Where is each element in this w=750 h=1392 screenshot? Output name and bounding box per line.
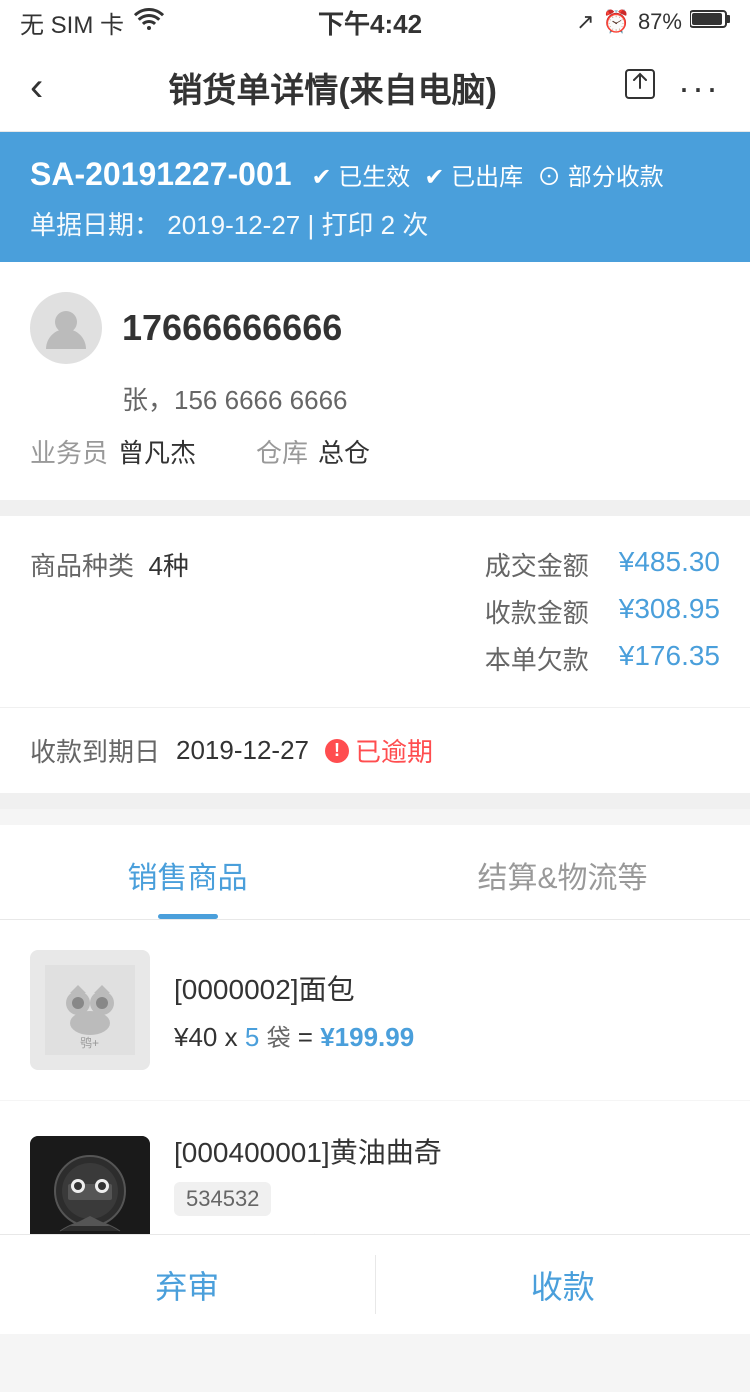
warehouse-value: 总仓 xyxy=(318,433,370,470)
product-title-1: 面包 xyxy=(299,974,355,1005)
price-eq-1: = xyxy=(298,1022,320,1052)
nav-bar: ‹ 销货单详情(来自电脑) ··· xyxy=(0,44,750,132)
badge-shipped: ✔ 已出库 xyxy=(424,157,523,192)
date-label: 单据日期： xyxy=(30,210,160,240)
sales-label: 业务员 xyxy=(30,433,108,470)
wifi-icon xyxy=(134,8,164,37)
status-time: 下午4:42 xyxy=(318,4,422,41)
customer-subinfo: 张，156 6666 6666 xyxy=(30,380,720,417)
customer-section: 17666666666 张，156 6666 6666 业务员 曾凡杰 仓库 总… xyxy=(0,262,750,500)
product-info-1: [0000002]面包 ¥40 x 5 袋 = ¥199.99 xyxy=(174,968,720,1053)
divider-2 xyxy=(0,793,750,809)
product-image-1: 鸮+ xyxy=(30,950,150,1070)
carrier-text: 无 SIM 卡 xyxy=(20,5,124,40)
avatar xyxy=(30,292,102,364)
customer-username: 17666666666 xyxy=(122,307,342,349)
overdue-text: 已逾期 xyxy=(355,732,433,769)
customer-meta: 业务员 曾凡杰 仓库 总仓 xyxy=(30,433,720,470)
stats-left: 商品种类 4种 xyxy=(30,546,189,583)
share-icon[interactable] xyxy=(622,66,658,110)
product-sku-2: 534532 xyxy=(174,1182,271,1216)
nav-left: ‹ xyxy=(30,65,43,110)
date-value: 2019-12-27 xyxy=(167,210,300,240)
tabs-row: 销售商品 结算&物流等 xyxy=(0,825,750,920)
status-left: 无 SIM 卡 xyxy=(20,5,164,40)
product-title-2: 黄油曲奇 xyxy=(330,1137,442,1168)
status-bar: 无 SIM 卡 下午4:42 ↗ ⏰ 87% xyxy=(0,0,750,44)
divider-1 xyxy=(0,500,750,516)
received-value: ¥308.95 xyxy=(619,593,720,630)
product-placeholder-1: 鸮+ xyxy=(30,950,150,1070)
product-type-label: 商品种类 4种 xyxy=(30,546,189,583)
product-name-1: [0000002]面包 xyxy=(174,968,720,1008)
alarm-icon: ⏰ xyxy=(603,9,630,35)
confirm-button[interactable]: 收款 xyxy=(376,1235,750,1334)
received-label: 收款金额 xyxy=(485,593,589,630)
tab-settlement[interactable]: 结算&物流等 xyxy=(375,825,750,919)
product-type-value: 4种 xyxy=(148,551,188,581)
product-name-2: [000400001]黄油曲奇 xyxy=(174,1131,720,1171)
stats-right: 成交金额 ¥485.30 收款金额 ¥308.95 本单欠款 ¥176.35 xyxy=(485,546,720,677)
page-title: 销货单详情(来自电脑) xyxy=(168,63,497,112)
print-info: | 打印 2 次 xyxy=(307,210,428,240)
price-unit-1: 袋 xyxy=(267,1025,291,1052)
amount-label: 成交金额 xyxy=(485,546,589,583)
warehouse-label: 仓库 xyxy=(256,433,308,470)
status-right: ↗ ⏰ 87% xyxy=(576,9,730,35)
back-button[interactable]: ‹ xyxy=(30,65,43,110)
price-base-1: ¥40 xyxy=(174,1022,217,1052)
bottom-bar: 弃审 收款 xyxy=(0,1234,750,1334)
overdue-badge: ! 已逾期 xyxy=(325,732,433,769)
status-badges: ✔ 已生效 ✔ 已出库 ⊙ 部分收款 xyxy=(312,157,664,192)
badge-effective: ✔ 已生效 xyxy=(312,157,411,192)
date-info: 单据日期： 2019-12-27 | 打印 2 次 xyxy=(30,205,720,242)
blue-header: SA-20191227-001 ✔ 已生效 ✔ 已出库 ⊙ 部分收款 单据日期：… xyxy=(0,132,750,262)
price-qty-1: 5 xyxy=(245,1022,259,1052)
battery-text: 87% xyxy=(638,9,682,35)
product-code-2: [000400001] xyxy=(174,1137,330,1168)
tab-sales-products[interactable]: 销售商品 xyxy=(0,825,375,919)
badge-partial: ⊙ 部分收款 xyxy=(537,157,664,192)
svg-text:鸮+: 鸮+ xyxy=(80,1035,99,1050)
owed-value: ¥176.35 xyxy=(619,640,720,677)
more-icon[interactable]: ··· xyxy=(678,67,720,109)
product-code-1: [0000002] xyxy=(174,974,299,1005)
nav-right: ··· xyxy=(622,66,720,110)
amount-value: ¥485.30 xyxy=(619,546,720,583)
tabs-section: 销售商品 结算&物流等 鸮+ xyxy=(0,825,750,1292)
overdue-label: 收款到期日 xyxy=(30,732,160,769)
price-multiply-1: x xyxy=(225,1022,245,1052)
battery-icon xyxy=(690,9,730,35)
price-total-1: ¥199.99 xyxy=(320,1022,414,1052)
overdue-dot-icon: ! xyxy=(325,739,349,763)
cancel-button[interactable]: 弃审 xyxy=(0,1235,375,1334)
list-item: 鸮+ [0000002]面包 ¥40 x 5 袋 = ¥199.99 xyxy=(0,920,750,1101)
location-icon: ↗ xyxy=(576,9,594,35)
sales-value: 曾凡杰 xyxy=(118,433,196,470)
stats-section: 商品种类 4种 成交金额 ¥485.30 收款金额 ¥308.95 本单欠款 ¥… xyxy=(0,516,750,707)
overdue-date: 2019-12-27 xyxy=(176,735,309,766)
overdue-section: 收款到期日 2019-12-27 ! 已逾期 xyxy=(0,707,750,793)
order-id: SA-20191227-001 xyxy=(30,156,292,193)
owed-label: 本单欠款 xyxy=(485,640,589,677)
product-price-1: ¥40 x 5 袋 = ¥199.99 xyxy=(174,1018,720,1053)
